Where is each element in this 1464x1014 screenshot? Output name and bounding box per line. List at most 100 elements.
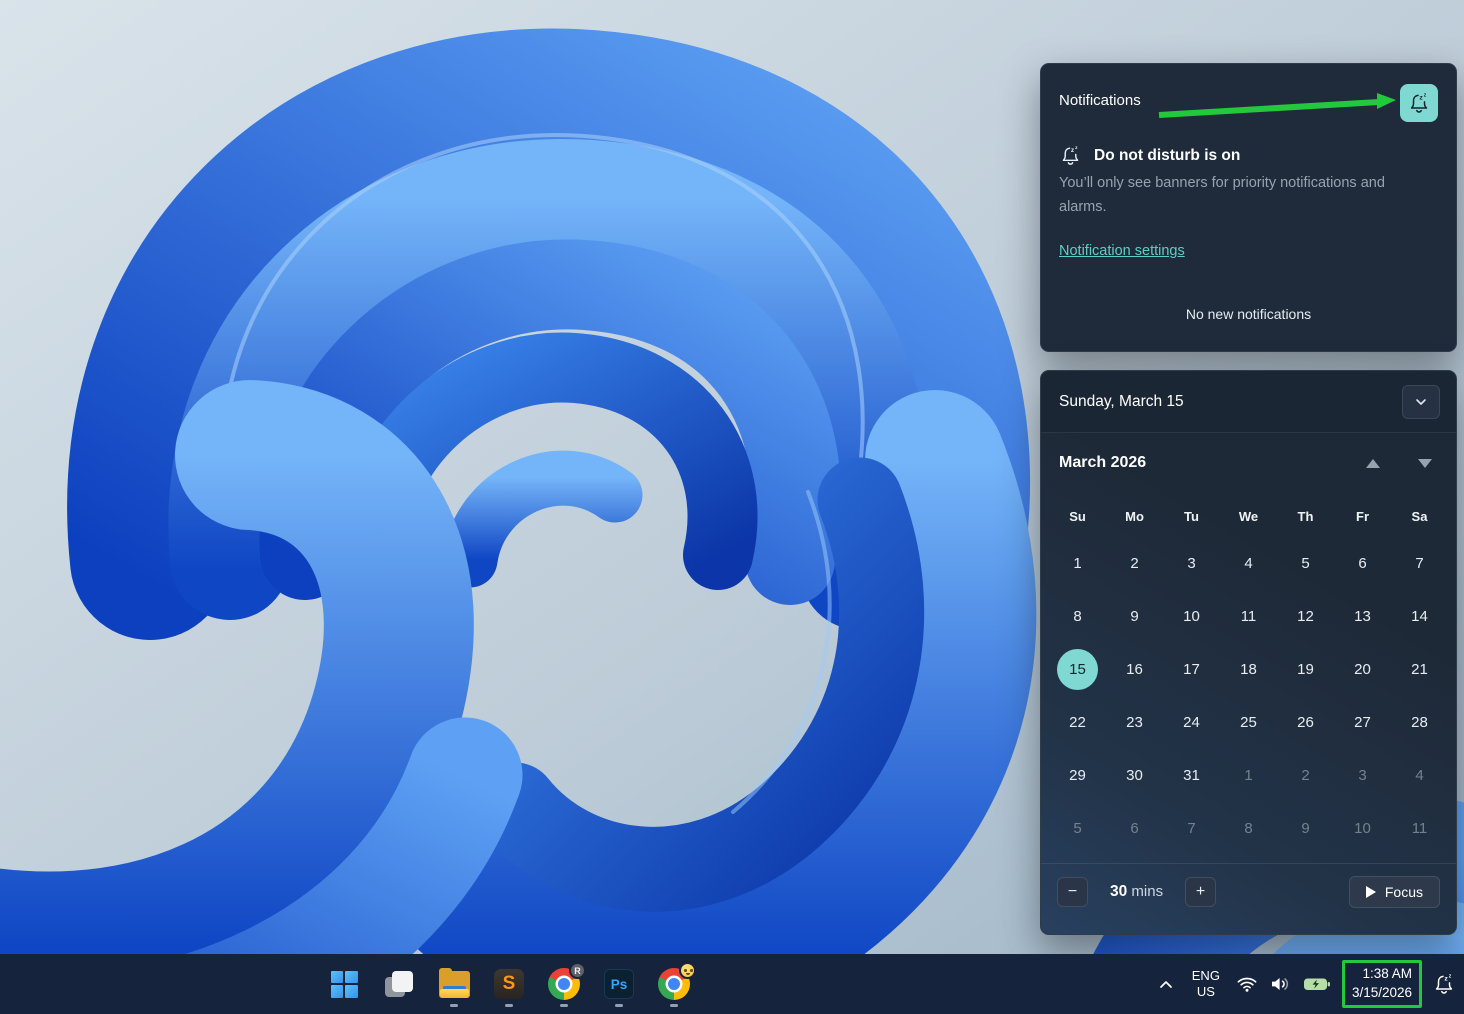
calendar-day[interactable]: 20 <box>1334 643 1391 696</box>
chrome-profile2-button[interactable] <box>652 958 696 1010</box>
decrease-focus-duration-button[interactable]: − <box>1057 876 1088 907</box>
calendar-next-month-button[interactable] <box>1416 454 1434 472</box>
calendar-day[interactable]: 25 <box>1220 696 1277 749</box>
windows-logo-icon <box>330 970 358 998</box>
calendar-day[interactable]: 12 <box>1277 590 1334 643</box>
running-indicator <box>450 1004 458 1007</box>
calendar-day[interactable]: 24 <box>1163 696 1220 749</box>
clock[interactable]: 1:38 AM 3/15/2026 <box>1352 965 1412 1003</box>
calendar-day[interactable]: 28 <box>1391 696 1448 749</box>
running-indicator <box>615 1004 623 1007</box>
calendar-day[interactable]: 14 <box>1391 590 1448 643</box>
calendar-day[interactable]: 3 <box>1163 537 1220 590</box>
calendar-day[interactable]: 22 <box>1049 696 1106 749</box>
triangle-up-icon <box>1366 458 1380 468</box>
task-view-icon <box>384 969 414 999</box>
notifications-title: Notifications <box>1059 92 1141 109</box>
show-hidden-icons-button[interactable] <box>1155 969 1177 999</box>
chrome-profile-badge: R <box>569 962 586 979</box>
calendar-day[interactable]: 7 <box>1391 537 1448 590</box>
calendar-day[interactable]: 18 <box>1220 643 1277 696</box>
running-indicator <box>505 1004 513 1007</box>
calendar-day[interactable]: 1 <box>1220 749 1277 802</box>
calendar-day[interactable]: 6 <box>1106 802 1163 855</box>
calendar-day[interactable]: 5 <box>1277 537 1334 590</box>
calendar-day-header: Th <box>1297 508 1314 524</box>
clock-time: 1:38 AM <box>1362 966 1412 982</box>
calendar-day[interactable]: 23 <box>1106 696 1163 749</box>
sublime-text-button[interactable]: S <box>487 958 531 1010</box>
notification-center: Notifications Do not disturb is on You’l… <box>1040 63 1457 352</box>
calendar-month-nav <box>1364 454 1434 472</box>
calendar-day-header: Su <box>1069 508 1086 524</box>
calendar-day[interactable]: 19 <box>1277 643 1334 696</box>
calendar-day[interactable]: 8 <box>1049 590 1106 643</box>
volume-button[interactable] <box>1268 972 1292 996</box>
calendar-day[interactable]: 16 <box>1106 643 1163 696</box>
dnd-status-row: Do not disturb is on <box>1059 144 1438 167</box>
desktop: z z <box>0 0 1464 1014</box>
language-line1: ENG <box>1191 967 1220 983</box>
photoshop-button[interactable]: Ps <box>597 958 641 1010</box>
calendar-day[interactable]: 7 <box>1163 802 1220 855</box>
start-button[interactable] <box>322 958 366 1010</box>
calendar-day[interactable]: 17 <box>1163 643 1220 696</box>
notification-settings-link[interactable]: Notification settings <box>1059 243 1185 259</box>
focus-duration-value: 30 <box>1110 882 1128 900</box>
start-focus-session-button[interactable]: Focus <box>1348 875 1440 908</box>
taskbar-app-icons: S R Ps <box>322 954 696 1014</box>
language-indicator[interactable]: ENG US <box>1192 968 1220 1001</box>
calendar-day[interactable]: 31 <box>1163 749 1220 802</box>
do-not-disturb-toggle-button[interactable] <box>1400 84 1438 122</box>
calendar-day[interactable]: 9 <box>1106 590 1163 643</box>
task-view-button[interactable] <box>377 958 421 1010</box>
calendar-day-header: Fr <box>1356 508 1369 524</box>
calendar-day[interactable]: 4 <box>1220 537 1277 590</box>
calendar-day[interactable]: 1 <box>1049 537 1106 590</box>
battery-button[interactable] <box>1302 972 1332 996</box>
no-notifications-message: No new notifications <box>1185 306 1312 323</box>
focus-session-bar: − 30 mins + Focus <box>1041 863 1456 919</box>
dnd-status-description: You’ll only see banners for priority not… <box>1059 175 1385 215</box>
system-tray: ENG US 1:38 AM 3/15/2026 <box>1155 954 1456 1014</box>
calendar-day[interactable]: 3 <box>1334 749 1391 802</box>
calendar-month-label[interactable]: March 2026 <box>1059 454 1146 472</box>
calendar-day[interactable]: 11 <box>1220 590 1277 643</box>
chevron-down-icon <box>1416 398 1426 405</box>
network-button[interactable] <box>1236 973 1258 995</box>
calendar-day[interactable]: 13 <box>1334 590 1391 643</box>
running-indicator <box>670 1004 678 1007</box>
tray-notification-bell-button[interactable] <box>1432 972 1456 996</box>
focus-duration-unit: mins <box>1131 882 1164 900</box>
calendar-day[interactable]: 10 <box>1334 802 1391 855</box>
calendar-day[interactable]: 21 <box>1391 643 1448 696</box>
dnd-status-title: Do not disturb is on <box>1094 146 1241 164</box>
calendar-day[interactable]: 6 <box>1334 537 1391 590</box>
file-explorer-button[interactable] <box>432 958 476 1010</box>
calendar-day[interactable]: 2 <box>1106 537 1163 590</box>
calendar-day[interactable]: 4 <box>1391 749 1448 802</box>
calendar-day[interactable]: 27 <box>1334 696 1391 749</box>
increase-focus-duration-button[interactable]: + <box>1185 876 1217 907</box>
calendar-day[interactable]: 5 <box>1049 802 1106 855</box>
calendar-previous-month-button[interactable] <box>1364 454 1382 472</box>
calendar-day[interactable]: 11 <box>1391 802 1448 855</box>
calendar-day[interactable]: 30 <box>1106 749 1163 802</box>
calendar-day[interactable]: 10 <box>1163 590 1220 643</box>
calendar-day[interactable]: 26 <box>1277 696 1334 749</box>
clock-date: 3/15/2026 <box>1351 985 1412 1000</box>
running-indicator <box>560 1004 568 1007</box>
play-icon <box>1365 885 1376 898</box>
calendar-day[interactable]: 2 <box>1277 749 1334 802</box>
language-line2: US <box>1196 984 1215 999</box>
calendar-day[interactable]: 29 <box>1049 749 1106 802</box>
calendar-day-selected[interactable]: 15 <box>1049 643 1106 696</box>
focus-duration-label: 30 mins <box>1110 883 1163 901</box>
chrome-profile1-button[interactable]: R <box>542 958 586 1010</box>
calendar-day[interactable]: 9 <box>1277 802 1334 855</box>
calendar-day[interactable]: 8 <box>1220 802 1277 855</box>
calendar-collapse-button[interactable] <box>1402 384 1440 419</box>
bell-sleep-icon <box>1407 91 1431 115</box>
notification-center-header: Notifications <box>1059 84 1438 122</box>
wifi-icon <box>1237 977 1257 992</box>
